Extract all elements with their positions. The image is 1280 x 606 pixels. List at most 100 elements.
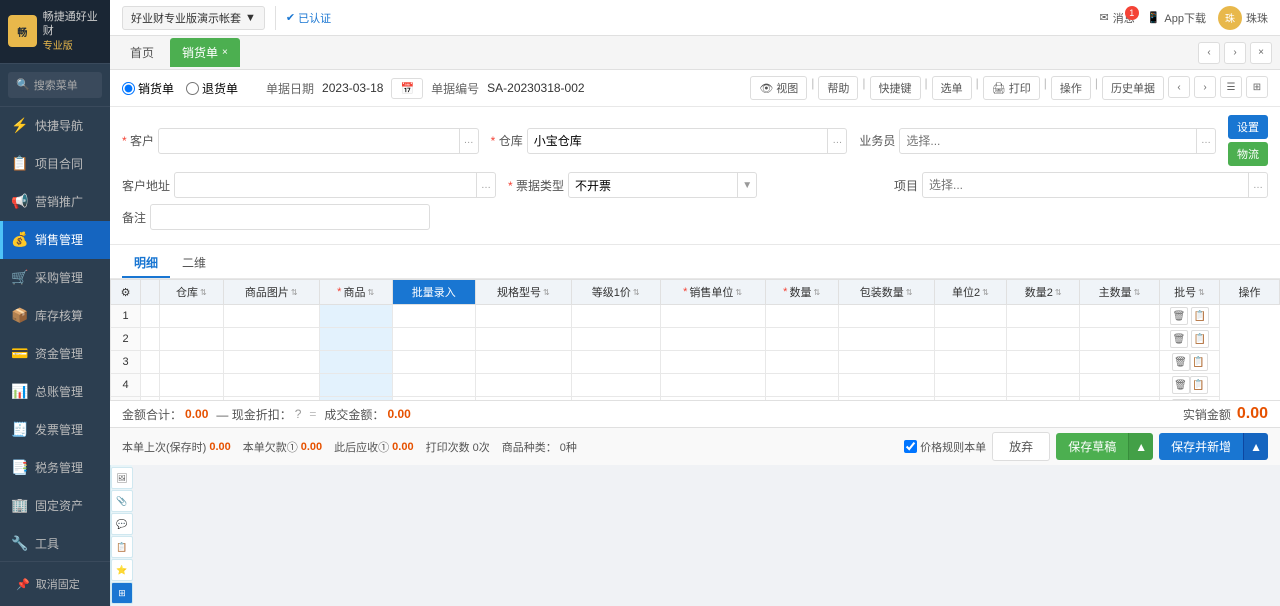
cell-product-img[interactable] [159, 351, 223, 374]
address-select-button[interactable]: … [476, 173, 495, 197]
tab-close-all-button[interactable]: × [1250, 42, 1272, 64]
app-download-button[interactable]: 📱 App下载 [1147, 10, 1206, 26]
right-tool-2[interactable]: 📎 [111, 490, 133, 512]
sidebar-item-inventory[interactable]: 📦 库存核算 [0, 297, 110, 335]
select-button[interactable]: 选单 [932, 76, 972, 100]
radio-sale[interactable]: 销货单 [122, 80, 174, 97]
cell-unit2[interactable] [838, 351, 934, 374]
sidebar-item-tools[interactable]: 🔧 工具 [0, 525, 110, 561]
shortcut-button[interactable]: 快捷键 [870, 76, 921, 100]
history-button[interactable]: 历史单据 [1102, 76, 1164, 100]
cell-price1[interactable] [475, 328, 571, 351]
th-sale-unit[interactable]: *销售单位⇅ [660, 280, 765, 305]
sidebar-item-quicknav[interactable]: ⚡ 快捷导航 [0, 107, 110, 145]
radio-return-input[interactable] [186, 82, 199, 95]
th-pack-qty[interactable]: 包装数量⇅ [838, 280, 934, 305]
th-qty[interactable]: *数量⇅ [765, 280, 838, 305]
cell-spec[interactable] [392, 305, 475, 328]
sidebar-item-marketing[interactable]: 📢 营销推广 [0, 183, 110, 221]
price-rule-checkbox[interactable]: 价格规则本单 [904, 439, 986, 455]
th-product[interactable]: *商品⇅ [319, 280, 392, 305]
th-main-qty[interactable]: 主数量⇅ [1080, 280, 1160, 305]
invoice-dropdown-button[interactable]: ▼ [737, 173, 756, 197]
th-warehouse[interactable]: 仓库⇅ [159, 280, 223, 305]
cell-sale-unit[interactable] [571, 351, 660, 374]
sidebar-item-tax[interactable]: 📑 税务管理 [0, 449, 110, 487]
tab-detail-mingxi[interactable]: 明细 [122, 249, 170, 278]
right-tool-6[interactable]: ⊞ [111, 582, 133, 604]
address-input-group[interactable]: … [174, 172, 496, 198]
discount-help-icon[interactable]: ? [295, 407, 302, 421]
th-spec[interactable]: 规格型号⇅ [475, 280, 571, 305]
cell-main-qty[interactable] [1007, 305, 1080, 328]
sidebar-item-funds[interactable]: 💳 资金管理 [0, 335, 110, 373]
history-prev-button[interactable]: ‹ [1168, 76, 1190, 98]
cell-sale-unit[interactable] [571, 328, 660, 351]
tab-prev-button[interactable]: ‹ [1198, 42, 1220, 64]
cell-batch-import[interactable] [319, 328, 392, 351]
sidebar-item-purchase[interactable]: 🛒 采购管理 [0, 259, 110, 297]
sidebar-item-assets[interactable]: 🏢 固定资产 [0, 487, 110, 525]
settings-button[interactable]: 设置 [1228, 115, 1268, 139]
print-button[interactable]: 🖨 打印 [983, 76, 1040, 100]
remark-input[interactable] [150, 204, 430, 230]
cell-warehouse[interactable] [141, 328, 160, 351]
cell-sale-unit[interactable] [571, 305, 660, 328]
th-batch[interactable]: 批号⇅ [1160, 280, 1220, 305]
save-new-button[interactable]: 保存并新增 [1159, 433, 1243, 460]
price-rule-input[interactable] [904, 440, 917, 453]
cell-price1[interactable] [475, 351, 571, 374]
history-next-button[interactable]: › [1194, 76, 1216, 98]
delete-row-button[interactable]: 🗑 [1172, 399, 1190, 400]
sidebar-item-invoice[interactable]: 🧾 发票管理 [0, 411, 110, 449]
save-draft-dropdown[interactable]: ▲ [1128, 433, 1153, 460]
cell-batch[interactable] [1080, 351, 1160, 374]
date-picker-button[interactable]: 📅 [391, 78, 423, 99]
tab-next-button[interactable]: › [1224, 42, 1246, 64]
customer-input[interactable] [159, 134, 459, 148]
delete-row-button[interactable]: 🗑 [1172, 353, 1190, 371]
grid-view-button[interactable]: ⊞ [1246, 76, 1268, 98]
cell-unit2[interactable] [838, 328, 934, 351]
save-draft-button[interactable]: 保存草稿 [1056, 433, 1128, 460]
cell-product-img[interactable] [159, 305, 223, 328]
sidebar-item-project[interactable]: 📋 项目合同 [0, 145, 110, 183]
th-product-img[interactable]: 商品图片⇅ [223, 280, 319, 305]
cell-qty[interactable] [660, 305, 765, 328]
cell-batch-import[interactable] [319, 351, 392, 374]
tab-sales-order[interactable]: 销货单 × [170, 38, 240, 67]
copy-row-button[interactable]: 📋 [1190, 353, 1208, 371]
cell-pack-qty[interactable] [765, 328, 838, 351]
help-button[interactable]: 帮助 [818, 76, 858, 100]
radio-sale-input[interactable] [122, 82, 135, 95]
cell-unit2[interactable] [838, 305, 934, 328]
cell-batch-import[interactable] [319, 305, 392, 328]
message-button[interactable]: ✉ 1 消息 [1100, 10, 1135, 26]
project-select-button[interactable]: … [1248, 173, 1267, 197]
th-settings[interactable]: ⚙ [111, 280, 141, 305]
cell-spec[interactable] [392, 351, 475, 374]
right-tool-3[interactable]: 💬 [111, 513, 133, 535]
cell-price1[interactable] [475, 305, 571, 328]
radio-return[interactable]: 退货单 [186, 80, 238, 97]
th-unit2[interactable]: 单位2⇅ [934, 280, 1007, 305]
th-batch-import[interactable]: 批量录入 [392, 280, 475, 305]
tab-detail-erwei[interactable]: 二维 [170, 249, 218, 278]
warehouse-input[interactable] [528, 134, 828, 148]
delete-row-button[interactable]: 🗑 [1172, 376, 1190, 394]
cell-main-qty[interactable] [1007, 351, 1080, 374]
right-tool-4[interactable]: 📋 [111, 536, 133, 558]
delete-row-button[interactable]: 🗑 [1170, 307, 1188, 325]
customer-input-group[interactable]: … [158, 128, 479, 154]
copy-row-button[interactable]: 📋 [1190, 376, 1208, 394]
cell-qty2[interactable] [934, 305, 1007, 328]
tab-close-icon[interactable]: × [222, 47, 228, 58]
tab-home[interactable]: 首页 [118, 38, 166, 67]
copy-row-button[interactable]: 📋 [1191, 330, 1209, 348]
salesperson-input[interactable] [900, 134, 1196, 148]
th-price1[interactable]: 等级1价⇅ [571, 280, 660, 305]
sidebar-item-general[interactable]: 📊 总账管理 [0, 373, 110, 411]
cell-batch[interactable] [1080, 328, 1160, 351]
project-input[interactable] [923, 178, 1248, 192]
delete-row-button[interactable]: 🗑 [1170, 330, 1188, 348]
